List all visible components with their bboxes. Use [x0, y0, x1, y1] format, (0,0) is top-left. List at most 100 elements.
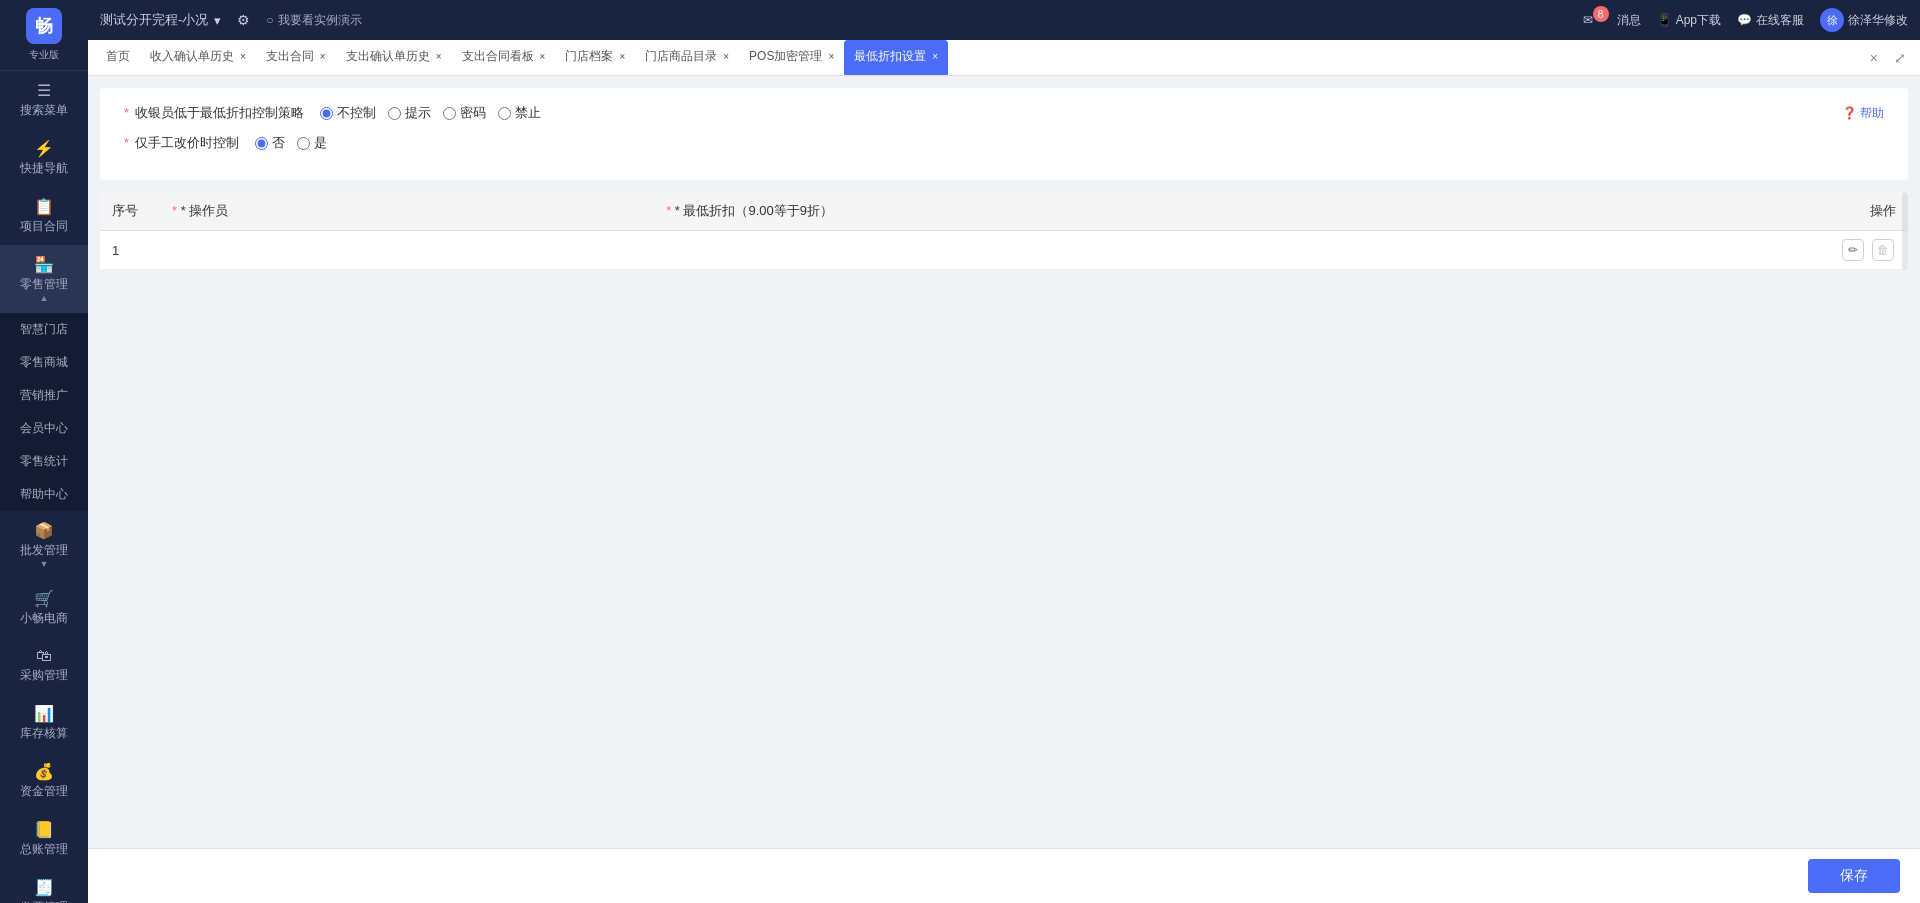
demo-text: 我要看实例演示	[278, 12, 362, 29]
tab-label: 支出确认单历史	[346, 48, 430, 65]
manual-label: * 仅手工改价时控制	[124, 134, 239, 152]
strategy-password[interactable]: 密码	[443, 104, 486, 122]
manual-yes[interactable]: 是	[297, 134, 327, 152]
gear-icon: ⚙	[237, 12, 250, 28]
strategy-row: * 收银员低于最低折扣控制策略 不控制 提示 密码	[124, 104, 1884, 122]
col-header-seq: 序号	[100, 192, 160, 231]
message-button[interactable]: ✉ 8 消息	[1583, 12, 1641, 29]
tab-payment-contract[interactable]: 支出合同 ×	[256, 40, 336, 76]
sidebar-item-inventory[interactable]: 📊 库存核算	[0, 694, 88, 752]
close-icon[interactable]: ×	[540, 51, 546, 62]
manual-radio-group: 否 是	[255, 134, 327, 152]
strategy-forbid[interactable]: 禁止	[498, 104, 541, 122]
cell-actions: ✏ 🗑	[1828, 231, 1908, 270]
tab-payment-contract-board[interactable]: 支出合同看板 ×	[452, 40, 556, 76]
tab-store-product-catalog[interactable]: 门店商品目录 ×	[635, 40, 739, 76]
close-all-tabs-button[interactable]: ×	[1864, 48, 1884, 68]
sidebar-item-label: 总账管理	[20, 841, 68, 858]
service-icon: 💬	[1737, 13, 1752, 27]
scrollbar-handle[interactable]	[1902, 192, 1908, 270]
tab-store-archive[interactable]: 门店档案 ×	[555, 40, 635, 76]
close-icon[interactable]: ×	[932, 51, 938, 62]
sidebar-item-retail-stats[interactable]: 零售统计	[0, 445, 88, 478]
app-edition: 专业版	[29, 48, 59, 62]
strategy-no-control[interactable]: 不控制	[320, 104, 376, 122]
sidebar-item-batch-management[interactable]: 📦 批发管理 ▼	[0, 511, 88, 579]
message-badge: 8	[1593, 6, 1609, 22]
sidebar-item-ledger[interactable]: 📒 总账管理	[0, 810, 88, 868]
tab-payment-confirm-history[interactable]: 支出确认单历史 ×	[336, 40, 452, 76]
cell-operator	[160, 231, 654, 270]
project-name: 测试分开完程-小况	[100, 11, 208, 29]
tab-label: 门店档案	[565, 48, 613, 65]
sidebar-item-search-menu[interactable]: ☰ 搜索菜单	[0, 71, 88, 129]
tab-income-history[interactable]: 收入确认单历史 ×	[140, 40, 256, 76]
tab-label: 支出合同	[266, 48, 314, 65]
user-menu[interactable]: 徐 徐泽华修改	[1820, 8, 1908, 32]
sidebar-item-label: 智慧门店	[20, 321, 68, 338]
tab-home[interactable]: 首页	[96, 40, 140, 76]
sidebar-item-label: 搜索菜单	[20, 102, 68, 119]
close-icon[interactable]: ×	[828, 51, 834, 62]
sidebar-item-smart-store[interactable]: 智慧门店	[0, 313, 88, 346]
sidebar-item-label: 快捷导航	[20, 160, 68, 177]
sidebar-item-label: 采购管理	[20, 667, 68, 684]
message-icon: ✉	[1583, 13, 1593, 27]
sidebar-item-help-center[interactable]: 帮助中心	[0, 478, 88, 511]
sidebar-item-retail-mall[interactable]: 零售商城	[0, 346, 88, 379]
strategy-hint[interactable]: 提示	[388, 104, 431, 122]
sidebar-logo: 畅 专业版	[0, 0, 88, 71]
table-row: 1 ✏ 🗑	[100, 231, 1908, 270]
ecommerce-icon: 🛒	[34, 589, 54, 608]
sidebar-item-retail-management[interactable]: 🏪 零售管理 ▲	[0, 245, 88, 313]
help-icon: ❓	[1842, 106, 1857, 120]
app-download-button[interactable]: 📱 App下载	[1657, 12, 1721, 29]
strategy-label: * 收银员低于最低折扣控制策略	[124, 104, 304, 122]
strategy-radio-group: 不控制 提示 密码 禁止	[320, 104, 541, 122]
help-button[interactable]: ❓ ❓ 帮助 帮助	[1842, 105, 1884, 122]
form-section: * 收银员低于最低折扣控制策略 不控制 提示 密码	[100, 88, 1908, 180]
batch-management-icon: 📦	[34, 521, 54, 540]
sidebar-item-label: 小畅电商	[20, 610, 68, 627]
sidebar-item-xiaochu-ecommerce[interactable]: 🛒 小畅电商	[0, 579, 88, 637]
app-download-label: App下载	[1676, 12, 1721, 29]
project-chevron-icon: ▾	[214, 13, 221, 28]
quick-nav-icon: ⚡	[34, 139, 54, 158]
delete-row-button[interactable]: 🗑	[1872, 239, 1894, 261]
discount-table: 序号 * * 操作员 * * 最低折扣（9.00等于9折） 操作	[100, 192, 1908, 270]
sidebar-item-quick-nav[interactable]: ⚡ 快捷导航	[0, 129, 88, 187]
sidebar: 畅 专业版 ☰ 搜索菜单 ⚡ 快捷导航 📋 项目合同 🏪 零售管理 ▲ 智慧门店…	[0, 0, 88, 903]
topbar-settings-button[interactable]: ⚙	[237, 12, 250, 28]
sidebar-item-fund-management[interactable]: 💰 资金管理	[0, 752, 88, 810]
close-icon[interactable]: ×	[436, 51, 442, 62]
online-service-button[interactable]: 💬 在线客服	[1737, 12, 1804, 29]
chevron-down-icon: ▼	[40, 559, 49, 569]
tab-label: 收入确认单历史	[150, 48, 234, 65]
expand-tab-button[interactable]: ⤢	[1888, 48, 1912, 68]
col-header-discount: * * 最低折扣（9.00等于9折）	[654, 192, 1828, 231]
save-button[interactable]: 保存	[1808, 859, 1900, 893]
sidebar-item-purchase[interactable]: 🛍 采购管理	[0, 637, 88, 694]
sidebar-item-label: 零售商城	[20, 354, 68, 371]
tab-label: 最低折扣设置	[854, 48, 926, 65]
manual-no[interactable]: 否	[255, 134, 285, 152]
close-icon[interactable]: ×	[619, 51, 625, 62]
tab-label: 门店商品目录	[645, 48, 717, 65]
close-icon[interactable]: ×	[723, 51, 729, 62]
sidebar-item-label: 会员中心	[20, 420, 68, 437]
sidebar-item-project-contract[interactable]: 📋 项目合同	[0, 187, 88, 245]
tab-min-discount-setting[interactable]: 最低折扣设置 ×	[844, 40, 948, 76]
edit-row-button[interactable]: ✏	[1842, 239, 1864, 261]
sidebar-item-invoice[interactable]: 🧾 发票管理	[0, 868, 88, 903]
close-icon[interactable]: ×	[320, 51, 326, 62]
demo-link[interactable]: ○ 我要看实例演示	[266, 12, 361, 29]
close-icon[interactable]: ×	[240, 51, 246, 62]
sidebar-item-marketing[interactable]: 营销推广	[0, 379, 88, 412]
demo-circle-icon: ○	[266, 13, 273, 27]
sidebar-item-member-center[interactable]: 会员中心	[0, 412, 88, 445]
sidebar-item-label: 发票管理	[20, 899, 68, 903]
sidebar-item-label: 批发管理	[20, 542, 68, 559]
retail-management-icon: 🏪	[34, 255, 54, 274]
project-selector[interactable]: 测试分开完程-小况 ▾	[100, 11, 221, 29]
tab-pos-password[interactable]: POS加密管理 ×	[739, 40, 844, 76]
